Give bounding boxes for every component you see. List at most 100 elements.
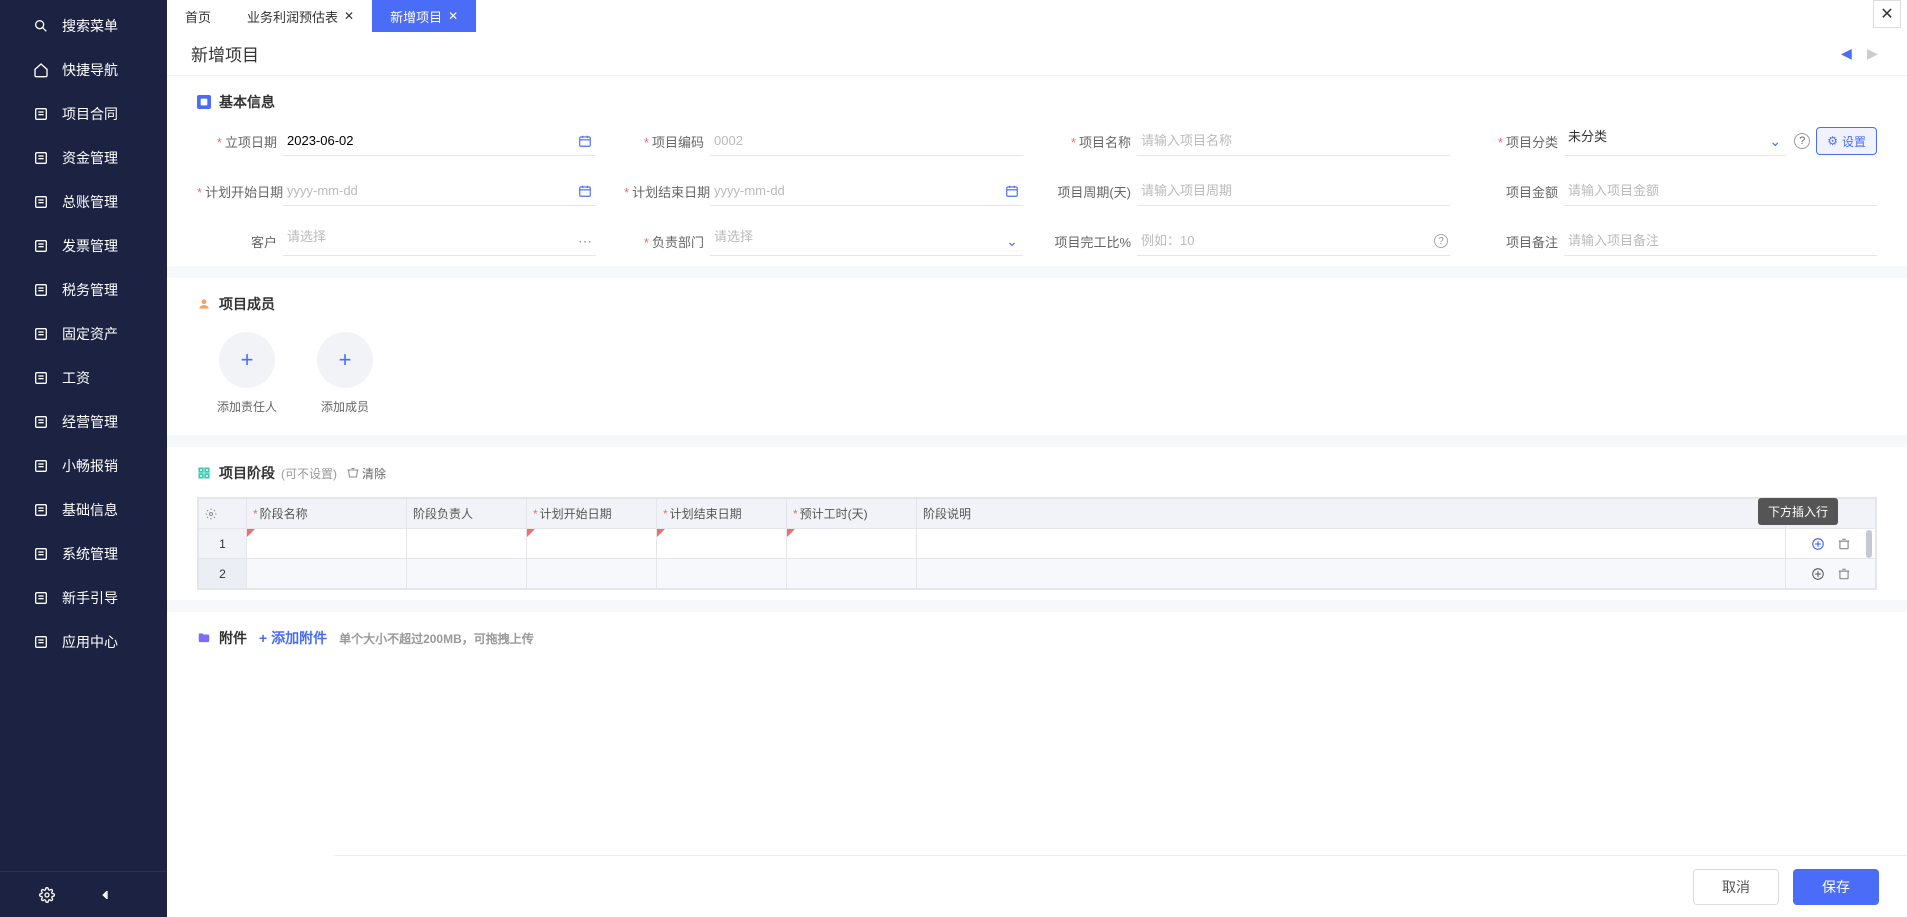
calendar-icon[interactable] xyxy=(576,182,594,200)
sidebar-item-0[interactable]: 搜索菜单 xyxy=(0,4,167,48)
info-icon[interactable]: ? xyxy=(1794,133,1810,149)
cell-name[interactable] xyxy=(247,529,407,559)
sidebar-item-11[interactable]: 基础信息 xyxy=(0,488,167,532)
sidebar-item-2[interactable]: 项目合同 xyxy=(0,92,167,136)
sidebar-item-8[interactable]: 工资 xyxy=(0,356,167,400)
cell-end[interactable] xyxy=(657,559,787,589)
info-icon[interactable]: ? xyxy=(1434,234,1448,248)
sidebar-item-14[interactable]: 应用中心 xyxy=(0,620,167,664)
sidebar-item-1[interactable]: 快捷导航 xyxy=(0,48,167,92)
select-customer[interactable]: 请选择 xyxy=(283,226,596,256)
cell-actions xyxy=(1786,529,1876,559)
cell-desc[interactable] xyxy=(917,559,1786,589)
contract-icon xyxy=(32,105,50,123)
calendar-icon[interactable] xyxy=(576,132,594,150)
scrollbar[interactable] xyxy=(1866,530,1872,558)
sidebar-item-label: 税务管理 xyxy=(62,280,118,300)
clear-phases-button[interactable]: 清除 xyxy=(347,465,386,482)
sidebar-item-4[interactable]: 总账管理 xyxy=(0,180,167,224)
table-row: 1 xyxy=(199,529,1876,559)
tab-1[interactable]: 业务利润预估表✕ xyxy=(229,0,372,32)
cancel-button[interactable]: 取消 xyxy=(1693,869,1779,905)
add-member-label: 添加成员 xyxy=(321,398,369,415)
sidebar-item-10[interactable]: 小畅报销 xyxy=(0,444,167,488)
sidebar-item-6[interactable]: 税务管理 xyxy=(0,268,167,312)
add-owner-label: 添加责任人 xyxy=(217,398,277,415)
cell-owner[interactable] xyxy=(407,529,527,559)
footer: 取消 保存 xyxy=(334,855,1907,917)
sidebar-item-label: 小畅报销 xyxy=(62,456,118,476)
sidebar-item-5[interactable]: 发票管理 xyxy=(0,224,167,268)
input-remark[interactable] xyxy=(1564,226,1877,256)
sidebar-item-label: 总账管理 xyxy=(62,192,118,212)
label-project-name: 项目名称 xyxy=(1051,132,1137,151)
calendar-icon[interactable] xyxy=(1003,182,1021,200)
window-close[interactable]: ✕ xyxy=(1873,0,1901,28)
tab-0[interactable]: 首页 xyxy=(167,0,229,32)
cell-owner[interactable] xyxy=(407,559,527,589)
sidebar-item-13[interactable]: 新手引导 xyxy=(0,576,167,620)
input-duration[interactable] xyxy=(1137,176,1450,206)
gear-icon: ⚙ xyxy=(1827,134,1838,148)
sidebar-item-label: 系统管理 xyxy=(62,544,118,564)
delete-row-icon[interactable] xyxy=(1837,537,1851,551)
cell-days[interactable] xyxy=(787,529,917,559)
prev-arrow-icon[interactable]: ◀ xyxy=(1841,45,1857,62)
tab-2[interactable]: 新增项目✕ xyxy=(372,0,476,32)
input-plan-start[interactable] xyxy=(283,176,596,206)
plus-icon: + xyxy=(339,347,352,373)
input-amount[interactable] xyxy=(1564,176,1877,206)
close-icon[interactable]: ✕ xyxy=(448,9,458,23)
label-amount: 项目金额 xyxy=(1478,182,1564,201)
add-row-icon[interactable] xyxy=(1811,537,1825,551)
close-icon[interactable]: ✕ xyxy=(344,9,354,23)
select-category[interactable]: 未分类 xyxy=(1564,126,1786,156)
collapse-icon[interactable] xyxy=(96,886,114,904)
section-attach-title: 附件 xyxy=(219,628,247,648)
sidebar-item-3[interactable]: 资金管理 xyxy=(0,136,167,180)
next-arrow-icon[interactable]: ▶ xyxy=(1867,45,1883,62)
add-attachment-button[interactable]: + 添加附件 xyxy=(259,628,327,648)
cell-desc[interactable] xyxy=(917,529,1786,559)
label-project-code: 项目编码 xyxy=(624,132,710,151)
cell-actions xyxy=(1786,559,1876,589)
cell-end[interactable] xyxy=(657,529,787,559)
add-owner-button[interactable]: + 添加责任人 xyxy=(217,332,277,415)
sidebar-item-9[interactable]: 经营管理 xyxy=(0,400,167,444)
chevron-down-icon[interactable]: ⌄ xyxy=(1003,232,1021,250)
config-button[interactable]: ⚙ 设置 xyxy=(1816,127,1877,155)
sidebar-item-label: 新手引导 xyxy=(62,588,118,608)
sidebar-item-label: 基础信息 xyxy=(62,500,118,520)
input-plan-end[interactable] xyxy=(710,176,1023,206)
input-project-name[interactable] xyxy=(1137,126,1450,156)
guide-icon xyxy=(32,589,50,607)
section-phases-title: 项目阶段 xyxy=(219,463,275,483)
cell-name[interactable] xyxy=(247,559,407,589)
salary-icon xyxy=(32,369,50,387)
select-department[interactable]: 请选择 xyxy=(710,226,1023,256)
input-progress[interactable] xyxy=(1137,226,1450,256)
sidebar-item-label: 资金管理 xyxy=(62,148,118,168)
label-duration: 项目周期(天) xyxy=(1051,182,1137,201)
sidebar-item-12[interactable]: 系统管理 xyxy=(0,532,167,576)
cell-days[interactable] xyxy=(787,559,917,589)
ellipsis-icon[interactable]: ⋯ xyxy=(576,232,594,250)
form-section-icon xyxy=(197,95,211,109)
chevron-down-icon[interactable]: ⌄ xyxy=(1766,132,1784,150)
input-project-code[interactable] xyxy=(710,126,1023,156)
content: 基本信息 立项日期 项目编码 xyxy=(167,76,1907,917)
add-row-icon[interactable] xyxy=(1811,567,1825,581)
phase-table: 下方插入行 阶段名称 阶段负责人 计划开始日期 计划结束日期 预计工时(天) xyxy=(197,497,1877,590)
save-button[interactable]: 保存 xyxy=(1793,869,1879,905)
label-department: 负责部门 xyxy=(624,232,710,251)
cell-start[interactable] xyxy=(527,559,657,589)
delete-row-icon[interactable] xyxy=(1837,567,1851,581)
sidebar-item-7[interactable]: 固定资产 xyxy=(0,312,167,356)
sidebar-item-label: 经营管理 xyxy=(62,412,118,432)
label-progress: 项目完工比% xyxy=(1051,232,1137,251)
gear-icon[interactable] xyxy=(38,886,56,904)
add-member-button[interactable]: + 添加成员 xyxy=(317,332,373,415)
cell-start[interactable] xyxy=(527,529,657,559)
input-setup-date[interactable] xyxy=(283,126,596,156)
col-gear[interactable] xyxy=(199,499,247,529)
